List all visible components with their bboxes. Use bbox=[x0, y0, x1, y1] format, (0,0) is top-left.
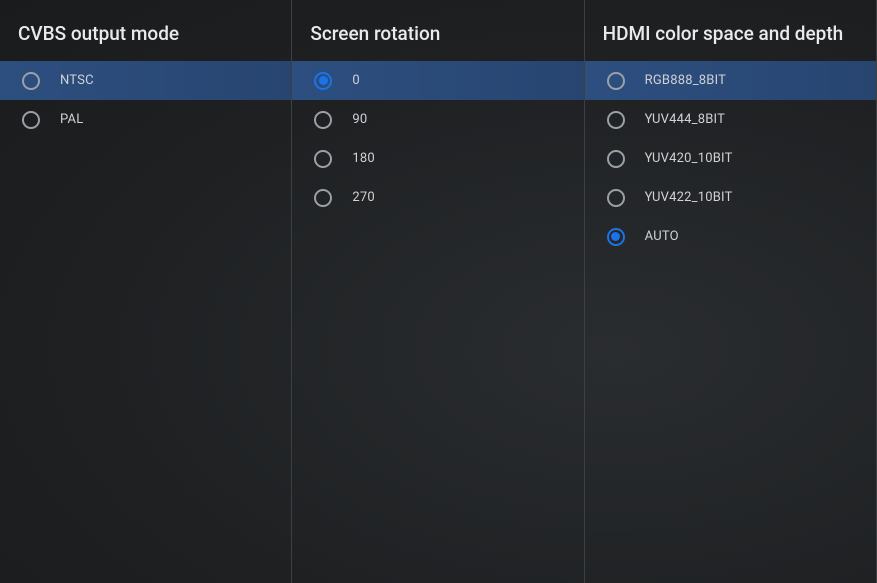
radio-option-90[interactable]: 90 bbox=[292, 100, 583, 139]
radio-option-pal[interactable]: PAL bbox=[0, 100, 291, 139]
radio-icon bbox=[607, 228, 625, 246]
cvbs-output-mode-column: CVBS output mode NTSC PAL bbox=[0, 0, 292, 583]
radio-label: PAL bbox=[60, 112, 83, 127]
radio-icon bbox=[607, 72, 625, 90]
column-header: CVBS output mode bbox=[0, 0, 291, 61]
radio-icon bbox=[314, 72, 332, 90]
radio-icon bbox=[314, 189, 332, 207]
hdmi-color-space-column: HDMI color space and depth RGB888_8BIT Y… bbox=[585, 0, 877, 583]
radio-icon bbox=[607, 111, 625, 129]
radio-label: RGB888_8BIT bbox=[645, 73, 726, 88]
radio-label: 180 bbox=[352, 151, 375, 166]
screen-rotation-column: Screen rotation 0 90 180 270 bbox=[292, 0, 584, 583]
radio-option-180[interactable]: 180 bbox=[292, 139, 583, 178]
radio-icon bbox=[22, 72, 40, 90]
radio-label: YUV420_10BIT bbox=[645, 151, 733, 166]
radio-option-0[interactable]: 0 bbox=[292, 61, 583, 100]
radio-option-yuv422-10bit[interactable]: YUV422_10BIT bbox=[585, 178, 876, 217]
column-header: HDMI color space and depth bbox=[585, 0, 876, 61]
radio-option-auto[interactable]: AUTO bbox=[585, 217, 876, 256]
column-header: Screen rotation bbox=[292, 0, 583, 61]
radio-option-yuv420-10bit[interactable]: YUV420_10BIT bbox=[585, 139, 876, 178]
radio-label: YUV444_8BIT bbox=[645, 112, 725, 127]
radio-option-rgb888-8bit[interactable]: RGB888_8BIT bbox=[585, 61, 876, 100]
radio-label: 270 bbox=[352, 190, 375, 205]
radio-icon bbox=[314, 150, 332, 168]
radio-icon bbox=[22, 111, 40, 129]
radio-label: 0 bbox=[352, 73, 360, 88]
radio-option-yuv444-8bit[interactable]: YUV444_8BIT bbox=[585, 100, 876, 139]
radio-option-ntsc[interactable]: NTSC bbox=[0, 61, 291, 100]
radio-label: 90 bbox=[352, 112, 367, 127]
radio-label: AUTO bbox=[645, 229, 679, 244]
radio-option-270[interactable]: 270 bbox=[292, 178, 583, 217]
radio-icon bbox=[607, 150, 625, 168]
radio-icon bbox=[314, 111, 332, 129]
radio-icon bbox=[607, 189, 625, 207]
radio-label: YUV422_10BIT bbox=[645, 190, 733, 205]
radio-label: NTSC bbox=[60, 73, 94, 88]
